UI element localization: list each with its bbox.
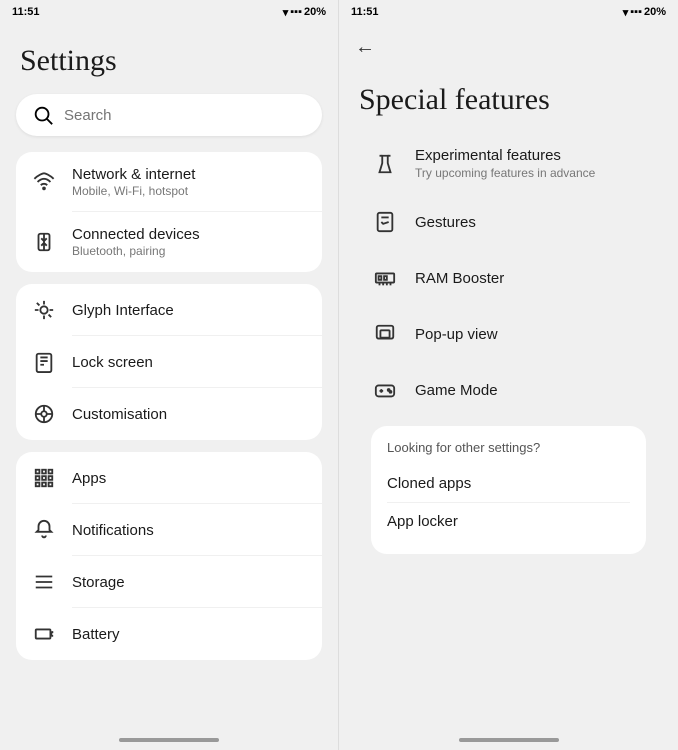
experimental-title: Experimental features: [415, 147, 646, 164]
back-button[interactable]: ←: [339, 24, 678, 63]
game-icon: [371, 376, 399, 404]
lockscreen-title: Lock screen: [72, 354, 153, 371]
home-bar-right: [459, 738, 559, 742]
battery-item[interactable]: Battery: [16, 608, 322, 660]
storage-item[interactable]: Storage: [16, 556, 322, 608]
glyph-text: Glyph Interface: [72, 302, 174, 319]
search-bar[interactable]: [16, 94, 322, 136]
apps-card: Apps Notifications Storage: [16, 452, 322, 660]
game-text: Game Mode: [415, 382, 646, 399]
battery-icon: [32, 622, 56, 646]
lockscreen-icon: [32, 350, 56, 374]
search-icon: [32, 104, 54, 126]
cloned-apps-item[interactable]: Cloned apps: [387, 465, 630, 503]
time-right: 11:51: [351, 6, 379, 18]
notifications-text: Notifications: [72, 522, 154, 539]
wifi-settings-icon: [32, 170, 56, 194]
status-icons-left: ▾ ▪▪▪ 20%: [283, 6, 326, 19]
battery-right: 20%: [644, 6, 666, 18]
network-text: Network & internet Mobile, Wi-Fi, hotspo…: [72, 166, 195, 198]
bluetooth-icon: [32, 230, 56, 254]
right-panel: 11:51 ▾ ▪▪▪ 20% ← Special features Exper…: [339, 0, 678, 750]
special-features-title: Special features: [359, 83, 662, 117]
status-bar-right: 11:51 ▾ ▪▪▪ 20%: [339, 0, 678, 24]
popup-icon: [371, 320, 399, 348]
connected-text: Connected devices Bluetooth, pairing: [72, 226, 200, 258]
connected-item[interactable]: Connected devices Bluetooth, pairing: [16, 212, 322, 272]
game-title: Game Mode: [415, 382, 646, 399]
storage-text: Storage: [72, 574, 125, 591]
signal-icon-right: ▪▪▪: [630, 6, 642, 18]
popup-title: Pop-up view: [415, 326, 646, 343]
customisation-title: Customisation: [72, 406, 167, 423]
other-settings-card: Looking for other settings? Cloned apps …: [371, 426, 646, 554]
notifications-title: Notifications: [72, 522, 154, 539]
ram-item[interactable]: RAM Booster: [355, 250, 662, 306]
home-indicator-right: [339, 730, 678, 750]
gestures-icon: [371, 208, 399, 236]
settings-title: Settings: [20, 44, 322, 78]
home-bar-left: [119, 738, 219, 742]
network-title: Network & internet: [72, 166, 195, 183]
network-card: Network & internet Mobile, Wi-Fi, hotspo…: [16, 152, 322, 272]
apps-item[interactable]: Apps: [16, 452, 322, 504]
battery-title: Battery: [72, 626, 120, 643]
glyph-icon: [32, 298, 56, 322]
game-item[interactable]: Game Mode: [355, 362, 662, 418]
battery-left: 20%: [304, 6, 326, 18]
wifi-icon-right: ▾: [623, 6, 629, 19]
network-subtitle: Mobile, Wi-Fi, hotspot: [72, 184, 195, 198]
notifications-item[interactable]: Notifications: [16, 504, 322, 556]
right-panel-content: Special features Experimental features T…: [339, 63, 678, 730]
customisation-icon: [32, 402, 56, 426]
customisation-text: Customisation: [72, 406, 167, 423]
apps-text: Apps: [72, 470, 106, 487]
ram-title: RAM Booster: [415, 270, 646, 287]
gestures-text: Gestures: [415, 214, 646, 231]
storage-title: Storage: [72, 574, 125, 591]
experimental-item[interactable]: Experimental features Try upcoming featu…: [355, 133, 662, 194]
search-input[interactable]: [64, 107, 306, 124]
apps-title: Apps: [72, 470, 106, 487]
wifi-icon: ▾: [283, 6, 289, 19]
apps-icon: [32, 466, 56, 490]
gestures-title: Gestures: [415, 214, 646, 231]
home-indicator-left: [0, 730, 338, 750]
left-panel: 11:51 ▾ ▪▪▪ 20% Settings Network & inter…: [0, 0, 339, 750]
network-item[interactable]: Network & internet Mobile, Wi-Fi, hotspo…: [16, 152, 322, 212]
connected-subtitle: Bluetooth, pairing: [72, 244, 200, 258]
ram-text: RAM Booster: [415, 270, 646, 287]
lockscreen-item[interactable]: Lock screen: [16, 336, 322, 388]
popup-text: Pop-up view: [415, 326, 646, 343]
popup-item[interactable]: Pop-up view: [355, 306, 662, 362]
status-icons-right: ▾ ▪▪▪ 20%: [623, 6, 666, 19]
left-panel-content: Settings Network & internet Mobile, Wi-F…: [0, 24, 338, 730]
storage-icon: [32, 570, 56, 594]
time-left: 11:51: [12, 6, 40, 18]
experimental-icon: [371, 150, 399, 178]
status-bar-left: 11:51 ▾ ▪▪▪ 20%: [0, 0, 338, 24]
notifications-icon: [32, 518, 56, 542]
experimental-text: Experimental features Try upcoming featu…: [415, 147, 646, 180]
customisation-item[interactable]: Customisation: [16, 388, 322, 440]
connected-title: Connected devices: [72, 226, 200, 243]
glyph-item[interactable]: Glyph Interface: [16, 284, 322, 336]
app-locker-item[interactable]: App locker: [387, 503, 630, 540]
glyph-title: Glyph Interface: [72, 302, 174, 319]
gestures-item[interactable]: Gestures: [355, 194, 662, 250]
ram-icon: [371, 264, 399, 292]
signal-icon: ▪▪▪: [290, 6, 302, 18]
experimental-subtitle: Try upcoming features in advance: [415, 166, 646, 180]
battery-text: Battery: [72, 626, 120, 643]
glyph-card: Glyph Interface Lock screen Customisatio…: [16, 284, 322, 440]
other-settings-label: Looking for other settings?: [387, 440, 630, 455]
lockscreen-text: Lock screen: [72, 354, 153, 371]
